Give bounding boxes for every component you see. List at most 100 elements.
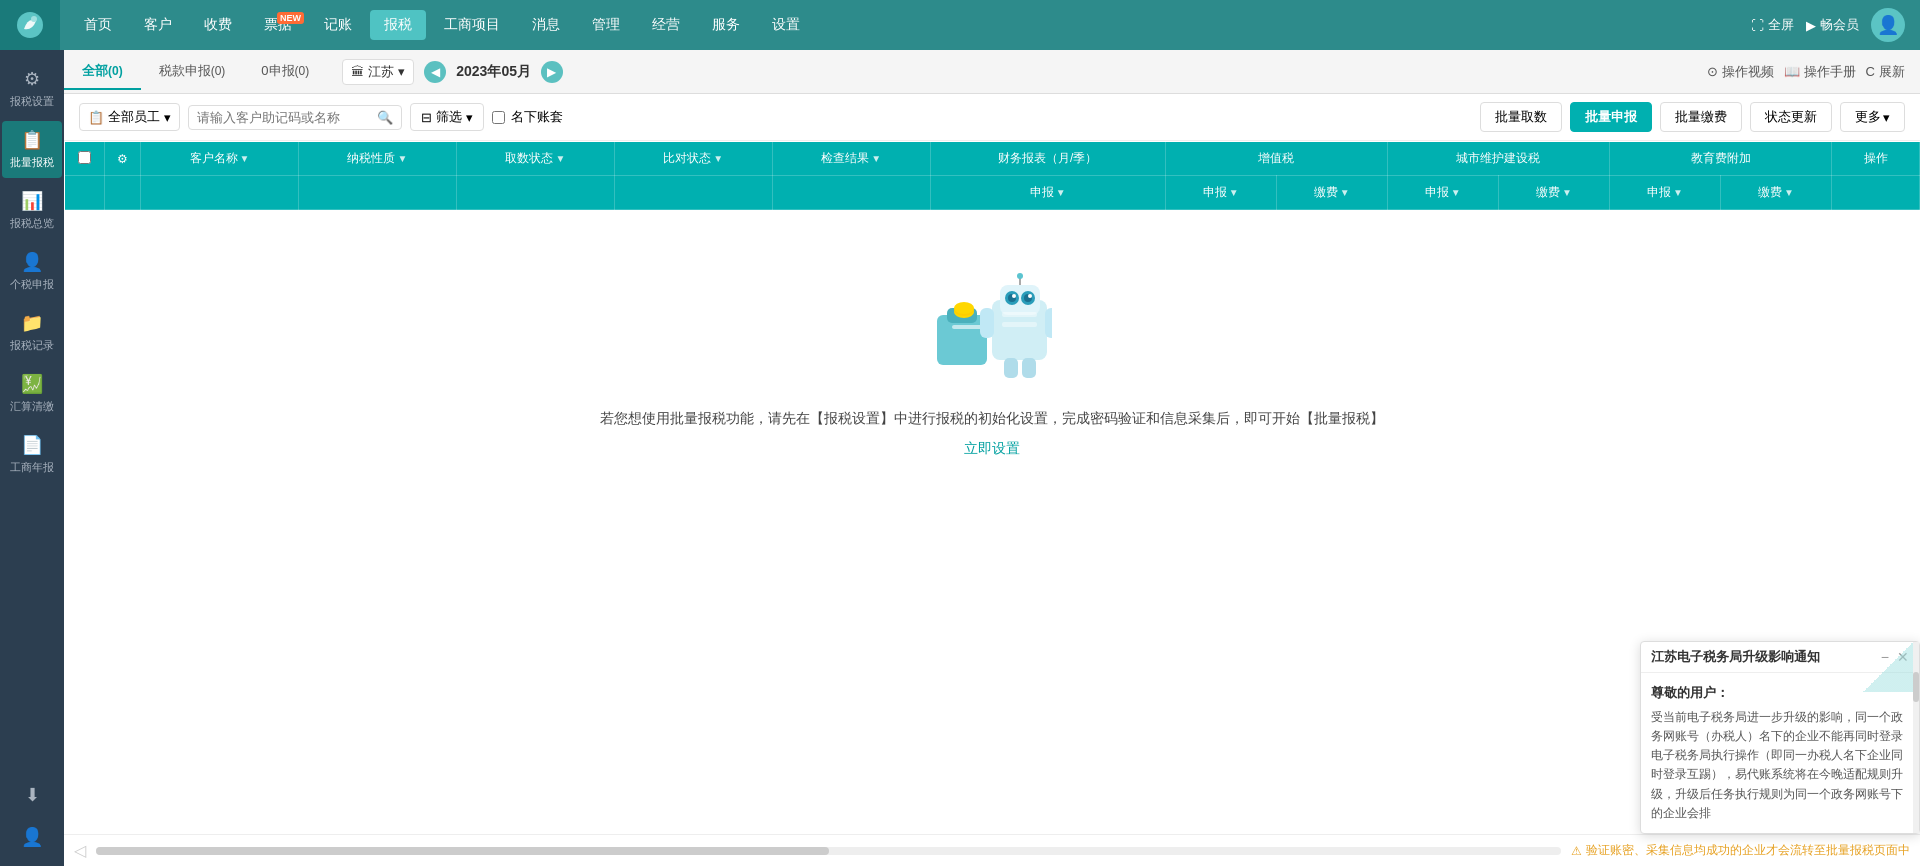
th-financial-report: 财务报表（月/季）: [930, 142, 1165, 176]
et-declare-filter[interactable]: 申报 ▼: [1647, 184, 1683, 201]
th-sub-customer-name: [141, 176, 299, 210]
filter-button[interactable]: ⊟ 筛选 ▾: [410, 103, 484, 131]
annual-report-icon: 📄: [21, 434, 43, 456]
fullscreen-icon: ⛶: [1751, 18, 1764, 33]
nav-tax[interactable]: 报税: [370, 10, 426, 40]
search-box[interactable]: 🔍: [188, 105, 402, 130]
batch-pay-button[interactable]: 批量缴费: [1660, 102, 1742, 132]
nav-billing[interactable]: 收费: [190, 10, 246, 40]
sidebar-item-settlement[interactable]: 💹 汇算清缴: [2, 365, 62, 422]
notification-scrollbar[interactable]: [1913, 642, 1919, 833]
notification-scroll-thumb: [1913, 672, 1919, 702]
logo[interactable]: [0, 0, 60, 50]
empty-state-text: 若您想使用批量报税功能，请先在【报税设置】中进行报税的初始化设置，完成密码验证和…: [600, 410, 1384, 428]
sidebar-item-tax-record[interactable]: 📁 报税记录: [2, 304, 62, 361]
sidebar-item-tax-settings[interactable]: ⚙ 报税设置: [2, 60, 62, 117]
vat-pay-filter[interactable]: 缴费 ▼: [1314, 184, 1350, 201]
ct-declare-filter[interactable]: 申报 ▼: [1425, 184, 1461, 201]
chevron-down-icon: ▾: [1883, 110, 1890, 125]
province-select[interactable]: 🏛 江苏 ▾: [342, 59, 414, 85]
province-icon: 🏛: [351, 64, 364, 79]
th-compare-status: 比对状态 ▼: [614, 142, 772, 176]
batch-fetch-button[interactable]: 批量取数: [1480, 102, 1562, 132]
toolbar-right: 批量取数 批量申报 批量缴费 状态更新 更多 ▾: [1480, 102, 1905, 132]
nav-service[interactable]: 服务: [698, 10, 754, 40]
setup-link[interactable]: 立即设置: [964, 440, 1020, 458]
nav-operations[interactable]: 经营: [638, 10, 694, 40]
search-input[interactable]: [197, 110, 377, 125]
sidebar-item-download[interactable]: ⬇: [2, 776, 62, 814]
tab-zero-declare[interactable]: 0申报(0): [243, 54, 327, 90]
th-sub-fetch-status: [456, 176, 614, 210]
filter-icon: ▼: [397, 153, 407, 164]
nav-customer[interactable]: 客户: [130, 10, 186, 40]
tax-overview-icon: 📊: [21, 190, 43, 212]
fetch-status-filter[interactable]: 取数状态 ▼: [505, 150, 565, 167]
manual-button[interactable]: 📖 操作手册: [1784, 63, 1856, 81]
check-result-filter[interactable]: 检查结果 ▼: [821, 150, 881, 167]
scroll-left-icon[interactable]: ◁: [74, 841, 86, 860]
sidebar-item-user[interactable]: 👤: [2, 818, 62, 856]
tax-settings-icon: ⚙: [24, 68, 40, 90]
sidebar-item-tax-overview[interactable]: 📊 报税总览: [2, 182, 62, 239]
th-gear[interactable]: ⚙: [105, 142, 141, 176]
select-all-checkbox[interactable]: [78, 151, 91, 164]
sidebar-item-personal-tax[interactable]: 👤 个税申报: [2, 243, 62, 300]
employee-select[interactable]: 📋 全部员工 ▾: [79, 103, 180, 131]
nav-message[interactable]: 消息: [518, 10, 574, 40]
user-icon: 👤: [21, 826, 43, 848]
employee-icon: 📋: [88, 110, 104, 125]
th-vat: 增值税: [1165, 142, 1387, 176]
fr-declare-filter[interactable]: 申报 ▼: [1030, 184, 1066, 201]
prev-month-button[interactable]: ◀: [424, 61, 446, 83]
sidebar-item-annual-report[interactable]: 📄 工商年报: [2, 426, 62, 483]
svg-point-1: [31, 16, 37, 22]
customer-name-filter[interactable]: 客户名称 ▼: [190, 150, 250, 167]
notification-decoration: [1829, 642, 1919, 692]
nav-bizproject[interactable]: 工商项目: [430, 10, 514, 40]
vat-declare-filter[interactable]: 申报 ▼: [1203, 184, 1239, 201]
name-account-checkbox[interactable]: [492, 111, 505, 124]
avatar[interactable]: 👤: [1871, 8, 1905, 42]
video-button[interactable]: ⊙ 操作视频: [1707, 63, 1774, 81]
batch-declare-button[interactable]: 批量申报: [1570, 102, 1652, 132]
nav-home[interactable]: 首页: [70, 10, 126, 40]
svg-rect-18: [980, 308, 994, 338]
svg-point-14: [1012, 294, 1016, 298]
th-checkbox: [65, 142, 105, 176]
tax-type-filter[interactable]: 纳税性质 ▼: [347, 150, 407, 167]
sidebar-item-batch-tax[interactable]: 📋 批量报税: [2, 121, 62, 178]
th-sub-et-pay: 缴费 ▼: [1721, 176, 1832, 210]
member-button[interactable]: ▶ 畅会员: [1806, 16, 1859, 34]
robot-illustration: [932, 270, 1052, 390]
next-month-button[interactable]: ▶: [541, 61, 563, 83]
th-check-result: 检查结果 ▼: [772, 142, 930, 176]
tab-tax-declare[interactable]: 税款申报(0): [141, 54, 244, 90]
nav-bookkeeping[interactable]: 记账: [310, 10, 366, 40]
filter-icon: ▼: [1562, 187, 1572, 198]
svg-point-7: [954, 302, 974, 314]
more-button[interactable]: 更多 ▾: [1840, 102, 1905, 132]
fullscreen-button[interactable]: ⛶ 全屏: [1751, 16, 1794, 34]
et-pay-filter[interactable]: 缴费 ▼: [1758, 184, 1794, 201]
status-update-button[interactable]: 状态更新: [1750, 102, 1832, 132]
nav-management[interactable]: 管理: [578, 10, 634, 40]
search-icon[interactable]: 🔍: [377, 110, 393, 125]
nav-invoice[interactable]: 票据 NEW: [250, 10, 306, 40]
sidebar-bottom: ⬇ 👤: [2, 776, 62, 856]
ct-pay-filter[interactable]: 缴费 ▼: [1536, 184, 1572, 201]
compare-status-filter[interactable]: 比对状态 ▼: [663, 150, 723, 167]
chevron-down-icon: ▾: [398, 64, 405, 79]
tax-record-icon: 📁: [21, 312, 43, 334]
refresh-button[interactable]: C 展新: [1866, 63, 1905, 81]
th-sub-tax-type: [298, 176, 456, 210]
refresh-icon: C: [1866, 64, 1875, 79]
nav-settings[interactable]: 设置: [758, 10, 814, 40]
bottom-scrollbar[interactable]: [96, 847, 1561, 855]
checkbox-name-account[interactable]: 名下账套: [492, 108, 563, 126]
download-icon: ⬇: [25, 784, 40, 806]
tab-all[interactable]: 全部(0): [64, 54, 141, 90]
top-navigation: 首页 客户 收费 票据 NEW 记账 报税 工商项目 消息 管理 经营 服务 设…: [0, 0, 1920, 50]
th-sub-ct-declare: 申报 ▼: [1387, 176, 1498, 210]
filter-icon: ▼: [1340, 187, 1350, 198]
